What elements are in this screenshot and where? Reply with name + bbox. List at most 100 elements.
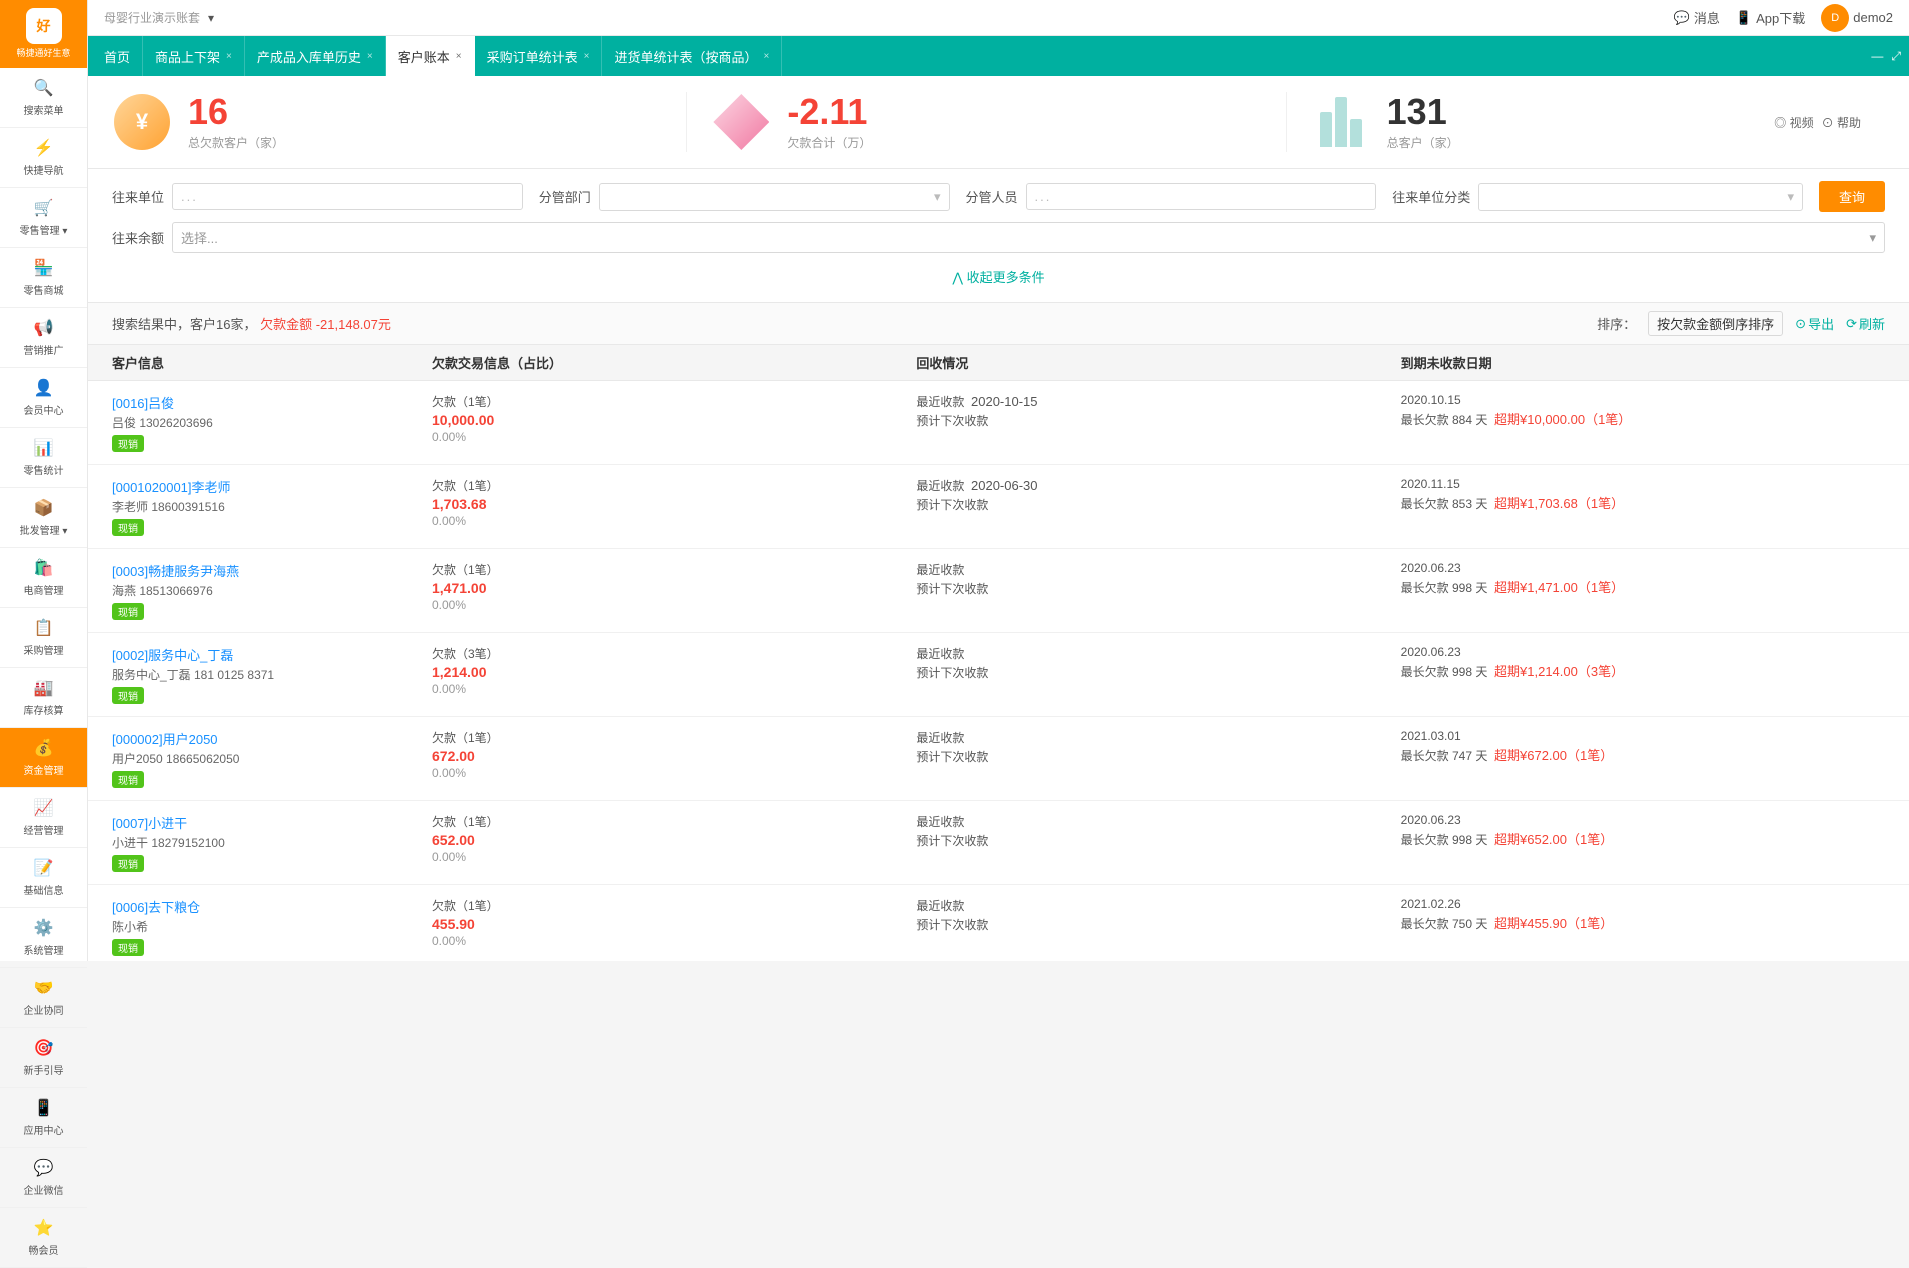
- app-download-btn[interactable]: 📱 App下载: [1736, 8, 1805, 27]
- member-icon: 👤: [34, 378, 54, 398]
- nav-minimize[interactable]: —: [1871, 49, 1883, 63]
- customer-name-4[interactable]: [000002]用户2050: [112, 729, 432, 748]
- nav-tab-customer-account[interactable]: 客户账本×: [386, 36, 475, 76]
- sidebar-item-ecommerce[interactable]: 🛍️电商管理: [0, 548, 87, 608]
- search-icon: 🔍: [34, 78, 54, 98]
- recent-label-4: 最近收款: [916, 729, 1400, 746]
- stat-info-overdue: 16 总欠款客户（家）: [188, 94, 284, 151]
- customer-name-2[interactable]: [0003]畅捷服务尹海燕: [112, 561, 432, 580]
- sidebar-item-retail-mgmt[interactable]: 🛒零售管理 ▾: [0, 188, 87, 248]
- customer-name-1[interactable]: [0001020001]李老师: [112, 477, 432, 496]
- debt-info-1: 欠款（1笔） 1,703.68 0.00%: [432, 477, 916, 528]
- debt-label-4: 欠款（1笔）: [432, 729, 916, 746]
- customer-name-3[interactable]: [0002]服务中心_丁磊: [112, 645, 432, 664]
- overdue-link-1[interactable]: 超期¥1,703.68（1笔）: [1494, 496, 1624, 511]
- customer-name-6[interactable]: [0006]去下粮仓: [112, 897, 432, 916]
- video-help[interactable]: ◎ 视频: [1774, 114, 1813, 131]
- nav-tab-home[interactable]: 首页: [96, 36, 143, 76]
- debt-amount-6[interactable]: 455.90: [432, 916, 916, 932]
- stat-total-customers: 131 总客户（家） ◎ 视频 ⊙ 帮助: [1287, 92, 1885, 152]
- debt-amount-3[interactable]: 1,214.00: [432, 664, 916, 680]
- total-customers-value: 131: [1387, 94, 1459, 130]
- finance-icon: 💰: [34, 738, 54, 758]
- sidebar-item-system[interactable]: ⚙️系统管理: [0, 908, 87, 968]
- next-label-5: 预计下次收款: [916, 832, 1400, 849]
- debt-label-5: 欠款（1笔）: [432, 813, 916, 830]
- debt-pct-0: 0.00%: [432, 430, 916, 444]
- overdue-link-2[interactable]: 超期¥1,471.00（1笔）: [1494, 580, 1624, 595]
- debt-label-3: 欠款（3笔）: [432, 645, 916, 662]
- search-button[interactable]: 查询: [1819, 181, 1885, 212]
- help-btn[interactable]: ⊙ 帮助: [1822, 114, 1861, 131]
- sidebar-item-batch-mgmt[interactable]: 📦批发管理 ▾: [0, 488, 87, 548]
- refresh-btn[interactable]: ⟳ 刷新: [1846, 314, 1885, 333]
- customer-tag-6: 现销: [112, 939, 144, 956]
- customer-name-5[interactable]: [0007]小进干: [112, 813, 432, 832]
- total-customers-label: 总客户（家）: [1387, 134, 1459, 151]
- sidebar-item-enterprise-wx[interactable]: 💬企业微信: [0, 1148, 87, 1208]
- nav-tab-inbound-stats[interactable]: 进货单统计表（按商品）×: [602, 36, 782, 76]
- sidebar-item-member[interactable]: 👤会员中心: [0, 368, 87, 428]
- sort-dropdown[interactable]: 按欠款金额倒序排序: [1648, 311, 1783, 336]
- from-unit-label: 往来单位: [112, 187, 164, 206]
- sidebar-item-app-center[interactable]: 📱应用中心: [0, 1088, 87, 1148]
- close-tab-product-off[interactable]: ×: [226, 51, 232, 62]
- unit-class-input[interactable]: ▾: [1478, 183, 1803, 211]
- debt-amount-5[interactable]: 652.00: [432, 832, 916, 848]
- customer-phone-3: 服务中心_丁磊 181 0125 8371: [112, 666, 432, 683]
- sidebar-item-search[interactable]: 🔍搜索菜单: [0, 68, 87, 128]
- stat-icon-yuan: ¥: [112, 92, 172, 152]
- customer-tag-3: 现销: [112, 687, 144, 704]
- customer-tag-0: 现销: [112, 435, 144, 452]
- sidebar-item-business-mgmt[interactable]: 📈经营管理: [0, 788, 87, 848]
- sidebar-item-vip[interactable]: ⭐畅会员: [0, 1208, 87, 1268]
- debt-amount-0[interactable]: 10,000.00: [432, 412, 916, 428]
- overdue-detail-2: 最长欠款 998 天 超期¥1,471.00（1笔）: [1401, 577, 1885, 596]
- subtitle-dropdown[interactable]: ▾: [208, 11, 214, 25]
- overdue-link-0[interactable]: 超期¥10,000.00（1笔）: [1494, 412, 1631, 427]
- division-input[interactable]: ▾: [599, 183, 950, 211]
- close-tab-production-history[interactable]: ×: [367, 51, 373, 62]
- from-unit-input[interactable]: ...: [172, 183, 523, 210]
- customer-name-0[interactable]: [0016]吕俊: [112, 393, 432, 412]
- customer-info-2: [0003]畅捷服务尹海燕 海燕 18513066976 现销: [112, 561, 432, 620]
- sidebar-item-marketing[interactable]: 📢营销推广: [0, 308, 87, 368]
- sidebar-item-new-guide[interactable]: 🎯新手引导: [0, 1028, 87, 1088]
- table-header: 客户信息 欠款交易信息（占比） 回收情况 到期未收款日期: [88, 345, 1909, 381]
- nav-maximize[interactable]: ⤢: [1891, 49, 1901, 64]
- export-btn[interactable]: ⊙ 导出: [1795, 314, 1834, 333]
- due-date-3: 2020.06.23: [1401, 645, 1885, 659]
- nav-tab-production-history[interactable]: 产成品入库单历史×: [245, 36, 386, 76]
- close-tab-purchase-order[interactable]: ×: [584, 51, 590, 62]
- sidebar-item-finance[interactable]: 💰资金管理: [0, 728, 87, 788]
- overdue-link-5[interactable]: 超期¥652.00（1笔）: [1494, 832, 1613, 847]
- sidebar-item-inventory[interactable]: 🏭库存核算: [0, 668, 87, 728]
- debt-amount-2[interactable]: 1,471.00: [432, 580, 916, 596]
- debt-amount-4[interactable]: 672.00: [432, 748, 916, 764]
- overdue-link-6[interactable]: 超期¥455.90（1笔）: [1494, 916, 1613, 931]
- collapse-bar[interactable]: ⋀ 收起更多条件: [112, 263, 1885, 290]
- table-row: [000002]用户2050 用户2050 18665062050 现销 欠款（…: [88, 717, 1909, 801]
- sidebar-item-retail-mall[interactable]: 🏪零售商城: [0, 248, 87, 308]
- overdue-info-0: 2020.10.15 最长欠款 884 天 超期¥10,000.00（1笔）: [1401, 393, 1885, 428]
- sidebar-item-enterprise-collab[interactable]: 🤝企业协同: [0, 968, 87, 1028]
- retail-mall-icon: 🏪: [34, 258, 54, 278]
- overdue-detail-0: 最长欠款 884 天 超期¥10,000.00（1笔）: [1401, 409, 1885, 428]
- debt-pct-6: 0.00%: [432, 934, 916, 948]
- sidebar-item-purchase[interactable]: 📋采购管理: [0, 608, 87, 668]
- stat-info-amount: -2.11 欠款合计（万）: [787, 94, 871, 151]
- overdue-link-4[interactable]: 超期¥672.00（1笔）: [1494, 748, 1613, 763]
- sidebar-item-retail-stats[interactable]: 📊零售统计: [0, 428, 87, 488]
- close-tab-inbound-stats[interactable]: ×: [763, 51, 769, 62]
- overdue-link-3[interactable]: 超期¥1,214.00（3笔）: [1494, 664, 1624, 679]
- sidebar-item-basic-info[interactable]: 📝基础信息: [0, 848, 87, 908]
- debt-amount-1[interactable]: 1,703.68: [432, 496, 916, 512]
- balance-select[interactable]: 选择... ▾: [172, 222, 1885, 253]
- close-tab-customer-account[interactable]: ×: [456, 51, 462, 62]
- user-menu[interactable]: D demo2: [1821, 4, 1893, 32]
- message-btn[interactable]: 💬 消息: [1674, 8, 1720, 27]
- manager-input[interactable]: ...: [1026, 183, 1377, 210]
- sidebar-item-quick-nav[interactable]: ⚡快捷导航: [0, 128, 87, 188]
- nav-tab-purchase-order[interactable]: 采购订单统计表×: [475, 36, 603, 76]
- nav-tab-product-off[interactable]: 商品上下架×: [143, 36, 245, 76]
